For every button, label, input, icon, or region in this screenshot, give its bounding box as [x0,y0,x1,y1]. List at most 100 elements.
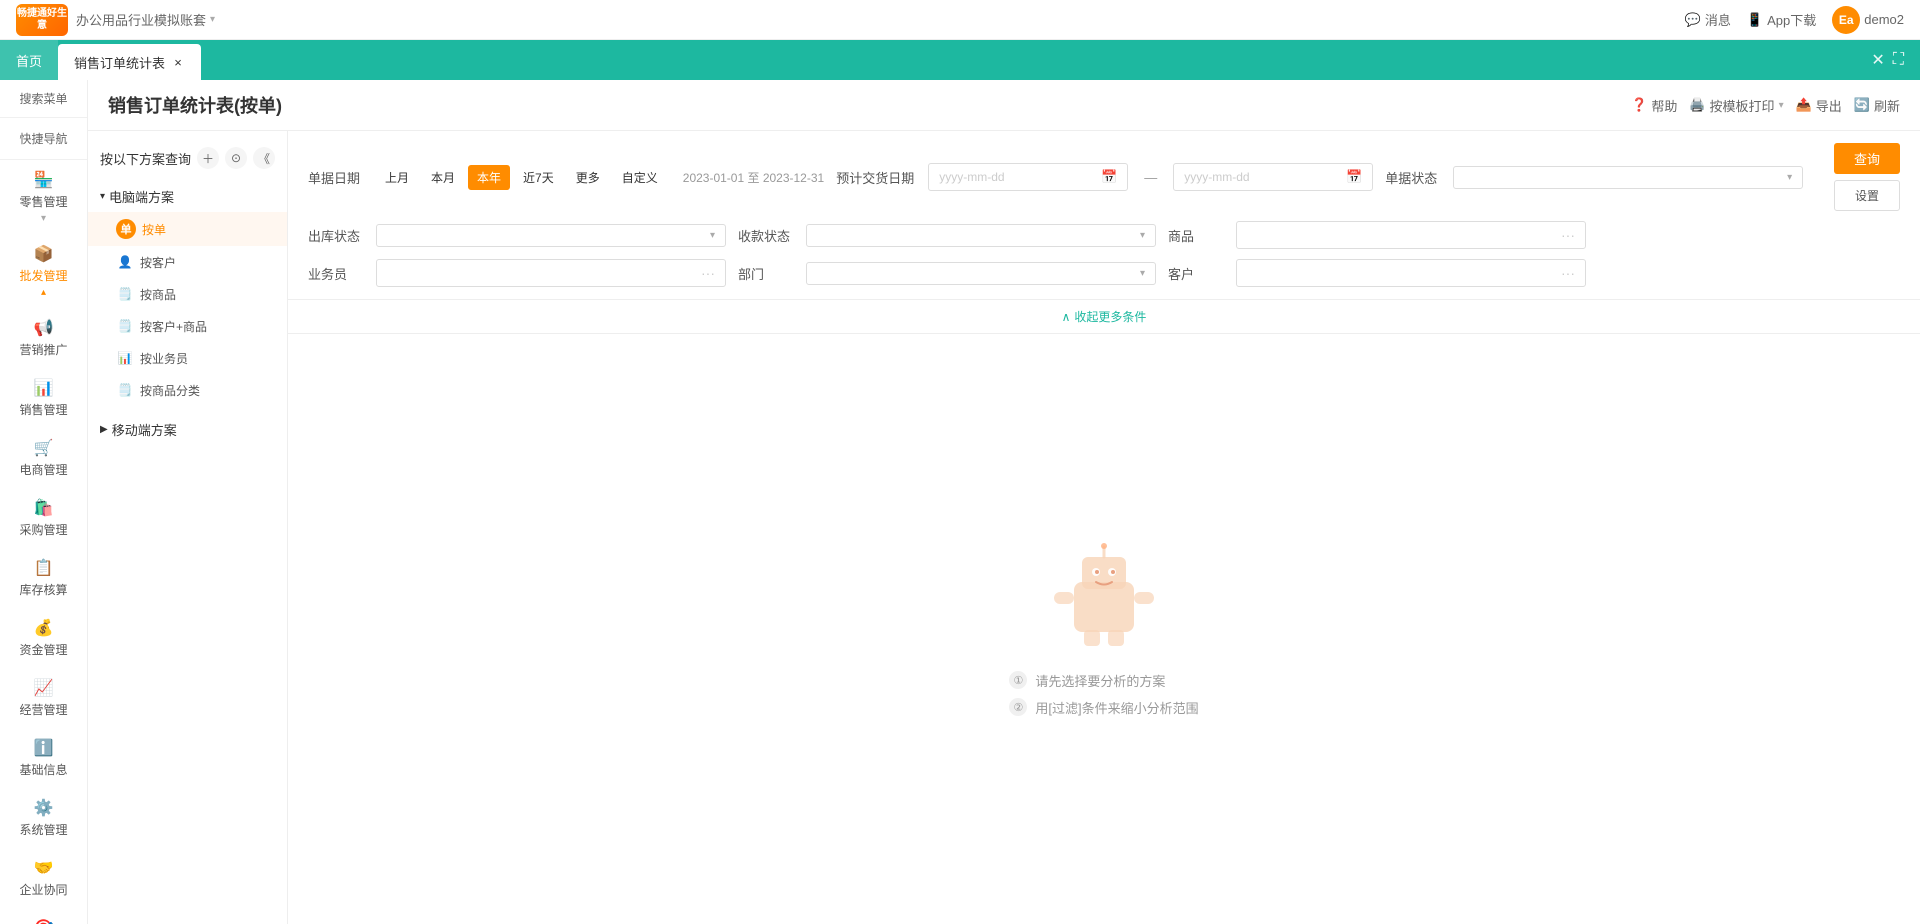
date-btn-this-year[interactable]: 本年 [468,165,510,190]
scheme-item-by-order[interactable]: 单 按单 [88,212,287,246]
topbar-right: 💬 消息 📱 App下载 Ea demo2 [1685,6,1904,34]
sidebar-item-basic-info[interactable]: ℹ️ 基础信息 [0,728,87,788]
scheme-item-by-customer-goods[interactable]: 🗒️ 按客户+商品 [88,310,287,342]
sidebar-item-marketing[interactable]: 📢 营销推广 [0,308,87,368]
chevron-down-icon: ▾ [1787,172,1792,183]
tab-close-button[interactable]: × [171,55,185,69]
template-print-button[interactable]: 🖨️ 按模板打印 ▾ [1689,96,1783,115]
sidebar-item-finance[interactable]: 💰 资金管理 [0,608,87,668]
quick-nav-label[interactable]: 快捷导航 [0,126,87,151]
collapse-button[interactable]: ∧ 收起更多条件 [1062,308,1147,325]
add-scheme-button[interactable]: ＋ [197,147,219,169]
sidebar-item-operations[interactable]: 📈 经营管理 [0,668,87,728]
window-close-button[interactable]: ✕ [1871,50,1884,70]
refresh-button[interactable]: 🔄 刷新 [1854,96,1900,115]
date-btn-more[interactable]: 更多 [567,165,609,190]
sidebar-item-wholesale[interactable]: 📦 批发管理 ▴ [0,234,87,308]
chevron-right-icon: ▶ [100,424,108,435]
export-button[interactable]: 📤 导出 [1796,96,1842,115]
customer-filter-label: 客户 [1168,264,1224,283]
empty-tip-1: ① 请先选择要分析的方案 [1009,671,1198,690]
purchase-icon: 🛍️ [34,498,54,518]
tabbar: 首页 销售订单统计表 × ✕ ⛶ [0,40,1920,80]
scheme-group-pc-header[interactable]: ▾ 电脑端方案 [88,181,287,212]
filter-row-date: 单据日期 上月 本月 本年 近7天 更多 自定义 2023-01-01 至 20… [308,143,1900,211]
message-button[interactable]: 💬 消息 [1685,10,1731,29]
ellipsis-icon: ··· [1561,227,1575,243]
tip-num-2: ② [1009,698,1027,716]
delivery-date-start-input[interactable]: yyyy-mm-dd 📅 [928,163,1128,191]
chevron-down-icon: ▾ [100,191,105,202]
sidebar-item-sales[interactable]: 📊 销售管理 [0,368,87,428]
dept-filter-label: 部门 [738,264,794,283]
logo: 畅捷通好生意 [16,4,68,36]
settings-scheme-button[interactable]: ⊙ [225,147,247,169]
tab-home[interactable]: 首页 [0,40,58,80]
tabbar-actions: ✕ ⛶ [1871,40,1920,80]
sidebar-item-purchase[interactable]: 🛍️ 采购管理 [0,488,87,548]
date-btn-last-month[interactable]: 上月 [376,165,418,190]
chevron-down-icon: ▾ [710,230,715,241]
sidebar-item-ecommerce[interactable]: 🛒 电商管理 [0,428,87,488]
filter-action-buttons: 查询 设置 [1834,143,1900,211]
scheme-group-mobile: ▶ 移动端方案 [88,410,287,449]
robot-svg [1044,542,1164,652]
left-panel-title: 按以下方案查询 [100,149,191,168]
empty-state: ① 请先选择要分析的方案 ② 用[过滤]条件来缩小分析范围 [1009,542,1198,717]
date-btn-custom[interactable]: 自定义 [613,165,667,190]
sidebar-search[interactable]: 搜索菜单 [0,80,87,118]
chevron-down-icon: ▾ [1140,230,1145,241]
goods-category-icon: 🗒️ [116,381,134,399]
right-panel: 单据日期 上月 本月 本年 近7天 更多 自定义 2023-01-01 至 20… [288,131,1920,924]
payment-status-select[interactable]: ▾ [806,224,1156,247]
app-title[interactable]: 办公用品行业模拟账套 ▾ [76,10,215,29]
scheme-item-by-goods-category[interactable]: 🗒️ 按商品分类 [88,374,287,406]
collapse-panel-button[interactable]: 《 [253,147,275,169]
date-label: 单据日期 [308,168,364,187]
customer-icon: 👤 [116,253,134,271]
window-expand-button[interactable]: ⛶ [1893,51,1904,69]
goods-select[interactable]: ··· [1236,221,1586,249]
salesman-select[interactable]: ··· [376,259,726,287]
left-panel-header: 按以下方案查询 ＋ ⊙ 《 [88,139,287,177]
delivery-status-select[interactable]: ▾ [376,224,726,247]
scheme-item-by-salesman[interactable]: 📊 按业务员 [88,342,287,374]
message-icon: 💬 [1685,12,1701,28]
scheme-item-by-customer[interactable]: 👤 按客户 [88,246,287,278]
filter-row-salesman: 业务员 ··· 部门 ▾ 客户 ··· [308,259,1900,287]
scheme-group-mobile-header[interactable]: ▶ 移动端方案 [88,414,287,445]
order-status-select[interactable]: ▾ [1453,166,1803,189]
tip-num-1: ① [1009,671,1027,689]
sidebar-item-retail[interactable]: 🏪 零售管理 ▾ [0,160,87,234]
page-title: 销售订单统计表(按单) [108,92,282,118]
empty-tip-2: ② 用[过滤]条件来缩小分析范围 [1009,698,1198,717]
search-button[interactable]: 查询 [1834,143,1900,174]
customer-select[interactable]: ··· [1236,259,1586,287]
scheme-badge: 单 [116,219,136,239]
content-body: 按以下方案查询 ＋ ⊙ 《 ▾ 电脑端方案 单 按单 [88,131,1920,924]
salesman-filter-label: 业务员 [308,264,364,283]
sidebar-item-enterprise[interactable]: 🤝 企业协同 [0,848,87,908]
date-btn-this-month[interactable]: 本月 [422,165,464,190]
delivery-date-end-input[interactable]: yyyy-mm-dd 📅 [1173,163,1373,191]
settings-button[interactable]: 设置 [1834,180,1900,211]
sidebar-item-inventory[interactable]: 📋 库存核算 [0,548,87,608]
payment-status-label: 收款状态 [738,226,794,245]
left-panel: 按以下方案查询 ＋ ⊙ 《 ▾ 电脑端方案 单 按单 [88,131,288,924]
app-download-button[interactable]: 📱 App下载 [1747,10,1816,29]
export-icon: 📤 [1796,97,1812,113]
wholesale-icon: 📦 [34,244,54,264]
retail-icon: 🏪 [34,170,54,190]
calendar-start-icon: 📅 [1101,169,1117,185]
sidebar-quick-nav[interactable]: 快捷导航 [0,118,87,160]
tab-sales-order-stats[interactable]: 销售订单统计表 × [58,44,201,80]
sidebar-item-newbie[interactable]: 🎯 新手引导 [0,908,87,924]
scheme-item-by-goods[interactable]: 🗒️ 按商品 [88,278,287,310]
search-menu-label[interactable]: 搜索菜单 [8,90,79,107]
sidebar-item-system[interactable]: ⚙️ 系统管理 [0,788,87,848]
help-button[interactable]: ❓ 帮助 [1631,96,1677,115]
dept-select[interactable]: ▾ [806,262,1156,285]
basic-info-icon: ℹ️ [34,738,54,758]
user-menu[interactable]: Ea demo2 [1832,6,1904,34]
date-btn-7days[interactable]: 近7天 [514,165,563,190]
